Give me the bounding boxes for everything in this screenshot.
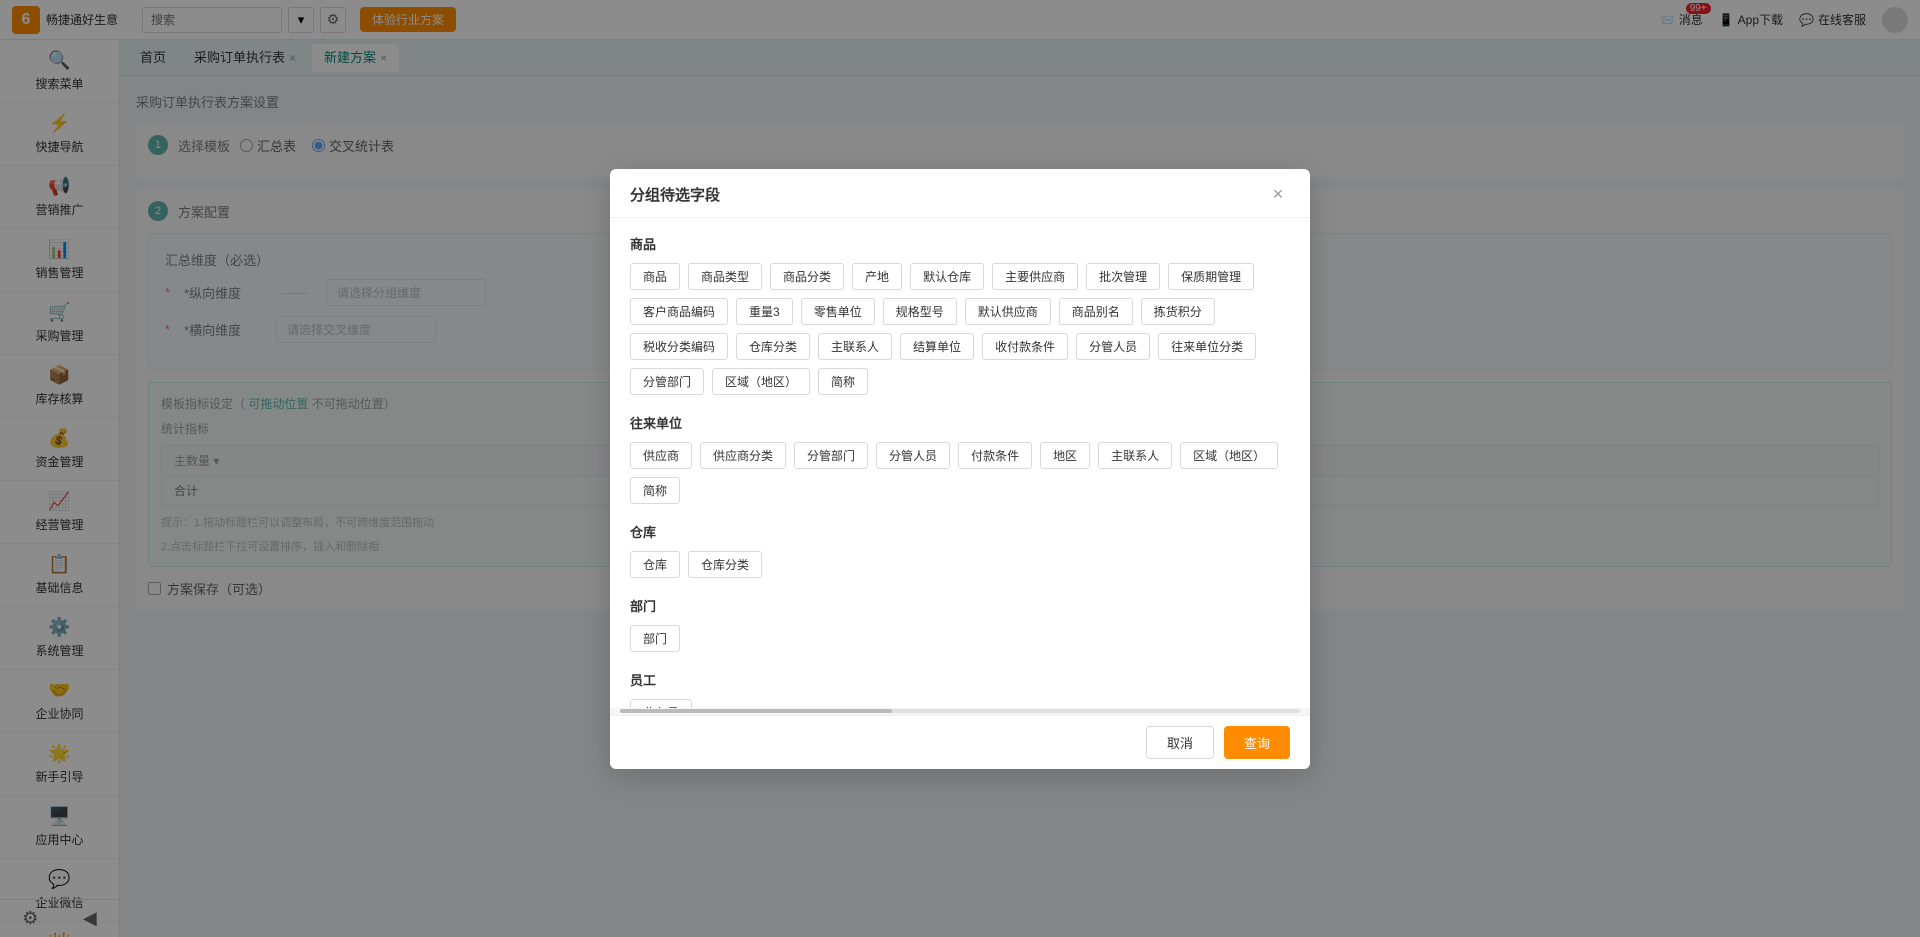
field-tag-partner-2[interactable]: 分管部门 (794, 442, 868, 469)
field-tag-goods-4[interactable]: 默认仓库 (910, 263, 984, 290)
field-tag-partner-4[interactable]: 付款条件 (958, 442, 1032, 469)
field-tag-partner-7[interactable]: 区域（地区） (1180, 442, 1278, 469)
modal-header: 分组待选字段 × (610, 169, 1310, 218)
field-tag-goods-6[interactable]: 批次管理 (1086, 263, 1160, 290)
field-tags-employee: 业务员 (630, 699, 1290, 709)
modal-close-button[interactable]: × (1266, 183, 1290, 207)
field-tag-goods-21[interactable]: 往来单位分类 (1158, 333, 1256, 360)
field-tag-partner-3[interactable]: 分管人员 (876, 442, 950, 469)
field-tag-goods-5[interactable]: 主要供应商 (992, 263, 1078, 290)
confirm-button[interactable]: 查询 (1224, 726, 1290, 759)
field-tag-goods-18[interactable]: 结算单位 (900, 333, 974, 360)
field-tag-goods-19[interactable]: 收付款条件 (982, 333, 1068, 360)
modal-overlay: 分组待选字段 × 商品商品商品类型商品分类产地默认仓库主要供应商批次管理保质期管… (0, 0, 1920, 937)
field-tag-goods-12[interactable]: 默认供应商 (965, 298, 1051, 325)
field-tag-goods-23[interactable]: 区域（地区） (712, 368, 810, 395)
field-tag-department-0[interactable]: 部门 (630, 625, 680, 652)
field-tag-goods-17[interactable]: 主联系人 (818, 333, 892, 360)
modal-body: 商品商品商品类型商品分类产地默认仓库主要供应商批次管理保质期管理客户商品编码重量… (610, 218, 1310, 709)
field-group-warehouse: 仓库仓库仓库分类 (630, 522, 1290, 578)
field-tags-partner: 供应商供应商分类分管部门分管人员付款条件地区主联系人区域（地区） 简称 (630, 442, 1290, 504)
modal-dialog: 分组待选字段 × 商品商品商品类型商品分类产地默认仓库主要供应商批次管理保质期管… (610, 169, 1310, 769)
field-tag-goods-10[interactable]: 零售单位 (801, 298, 875, 325)
field-group-partner: 往来单位供应商供应商分类分管部门分管人员付款条件地区主联系人区域（地区） 简称 (630, 413, 1290, 504)
field-tag-goods-11[interactable]: 规格型号 (883, 298, 957, 325)
field-tag-warehouse-1[interactable]: 仓库分类 (688, 551, 762, 578)
field-group-employee: 员工业务员 (630, 670, 1290, 709)
field-tag-goods-8[interactable]: 客户商品编码 (630, 298, 728, 325)
field-tag-goods-2[interactable]: 商品分类 (770, 263, 844, 290)
field-tag-goods-14[interactable]: 拣货积分 (1141, 298, 1215, 325)
field-tag-goods-22[interactable]: 分管部门 (630, 368, 704, 395)
field-tag-goods-24[interactable]: 简称 (818, 368, 868, 395)
field-group-title-department: 部门 (630, 596, 1290, 615)
field-tag-partner-8[interactable]: 简称 (630, 477, 680, 504)
field-tag-goods-0[interactable]: 商品 (630, 263, 680, 290)
field-tags-warehouse: 仓库仓库分类 (630, 551, 1290, 578)
cancel-button[interactable]: 取消 (1146, 726, 1214, 759)
field-group-goods: 商品商品商品类型商品分类产地默认仓库主要供应商批次管理保质期管理客户商品编码重量… (630, 234, 1290, 395)
field-group-department: 部门部门 (630, 596, 1290, 652)
field-group-title-warehouse: 仓库 (630, 522, 1290, 541)
field-tag-goods-1[interactable]: 商品类型 (688, 263, 762, 290)
field-tag-goods-3[interactable]: 产地 (852, 263, 902, 290)
field-group-title-partner: 往来单位 (630, 413, 1290, 432)
field-tag-partner-6[interactable]: 主联系人 (1098, 442, 1172, 469)
field-tag-goods-9[interactable]: 重量3 (736, 298, 793, 325)
field-tag-goods-13[interactable]: 商品别名 (1059, 298, 1133, 325)
field-tag-partner-0[interactable]: 供应商 (630, 442, 692, 469)
modal-title: 分组待选字段 (630, 184, 720, 205)
field-tag-employee-0[interactable]: 业务员 (630, 699, 692, 709)
field-group-title-employee: 员工 (630, 670, 1290, 689)
field-tag-goods-7[interactable]: 保质期管理 (1168, 263, 1254, 290)
field-tags-goods: 商品商品类型商品分类产地默认仓库主要供应商批次管理保质期管理客户商品编码重量3 零… (630, 263, 1290, 395)
field-tag-partner-1[interactable]: 供应商分类 (700, 442, 786, 469)
field-group-title-goods: 商品 (630, 234, 1290, 253)
modal-footer: 取消 查询 (610, 715, 1310, 769)
field-tag-goods-20[interactable]: 分管人员 (1076, 333, 1150, 360)
field-tag-goods-16[interactable]: 仓库分类 (736, 333, 810, 360)
field-tag-partner-5[interactable]: 地区 (1040, 442, 1090, 469)
field-tags-department: 部门 (630, 625, 1290, 652)
field-tag-goods-15[interactable]: 税收分类编码 (630, 333, 728, 360)
field-tag-warehouse-0[interactable]: 仓库 (630, 551, 680, 578)
